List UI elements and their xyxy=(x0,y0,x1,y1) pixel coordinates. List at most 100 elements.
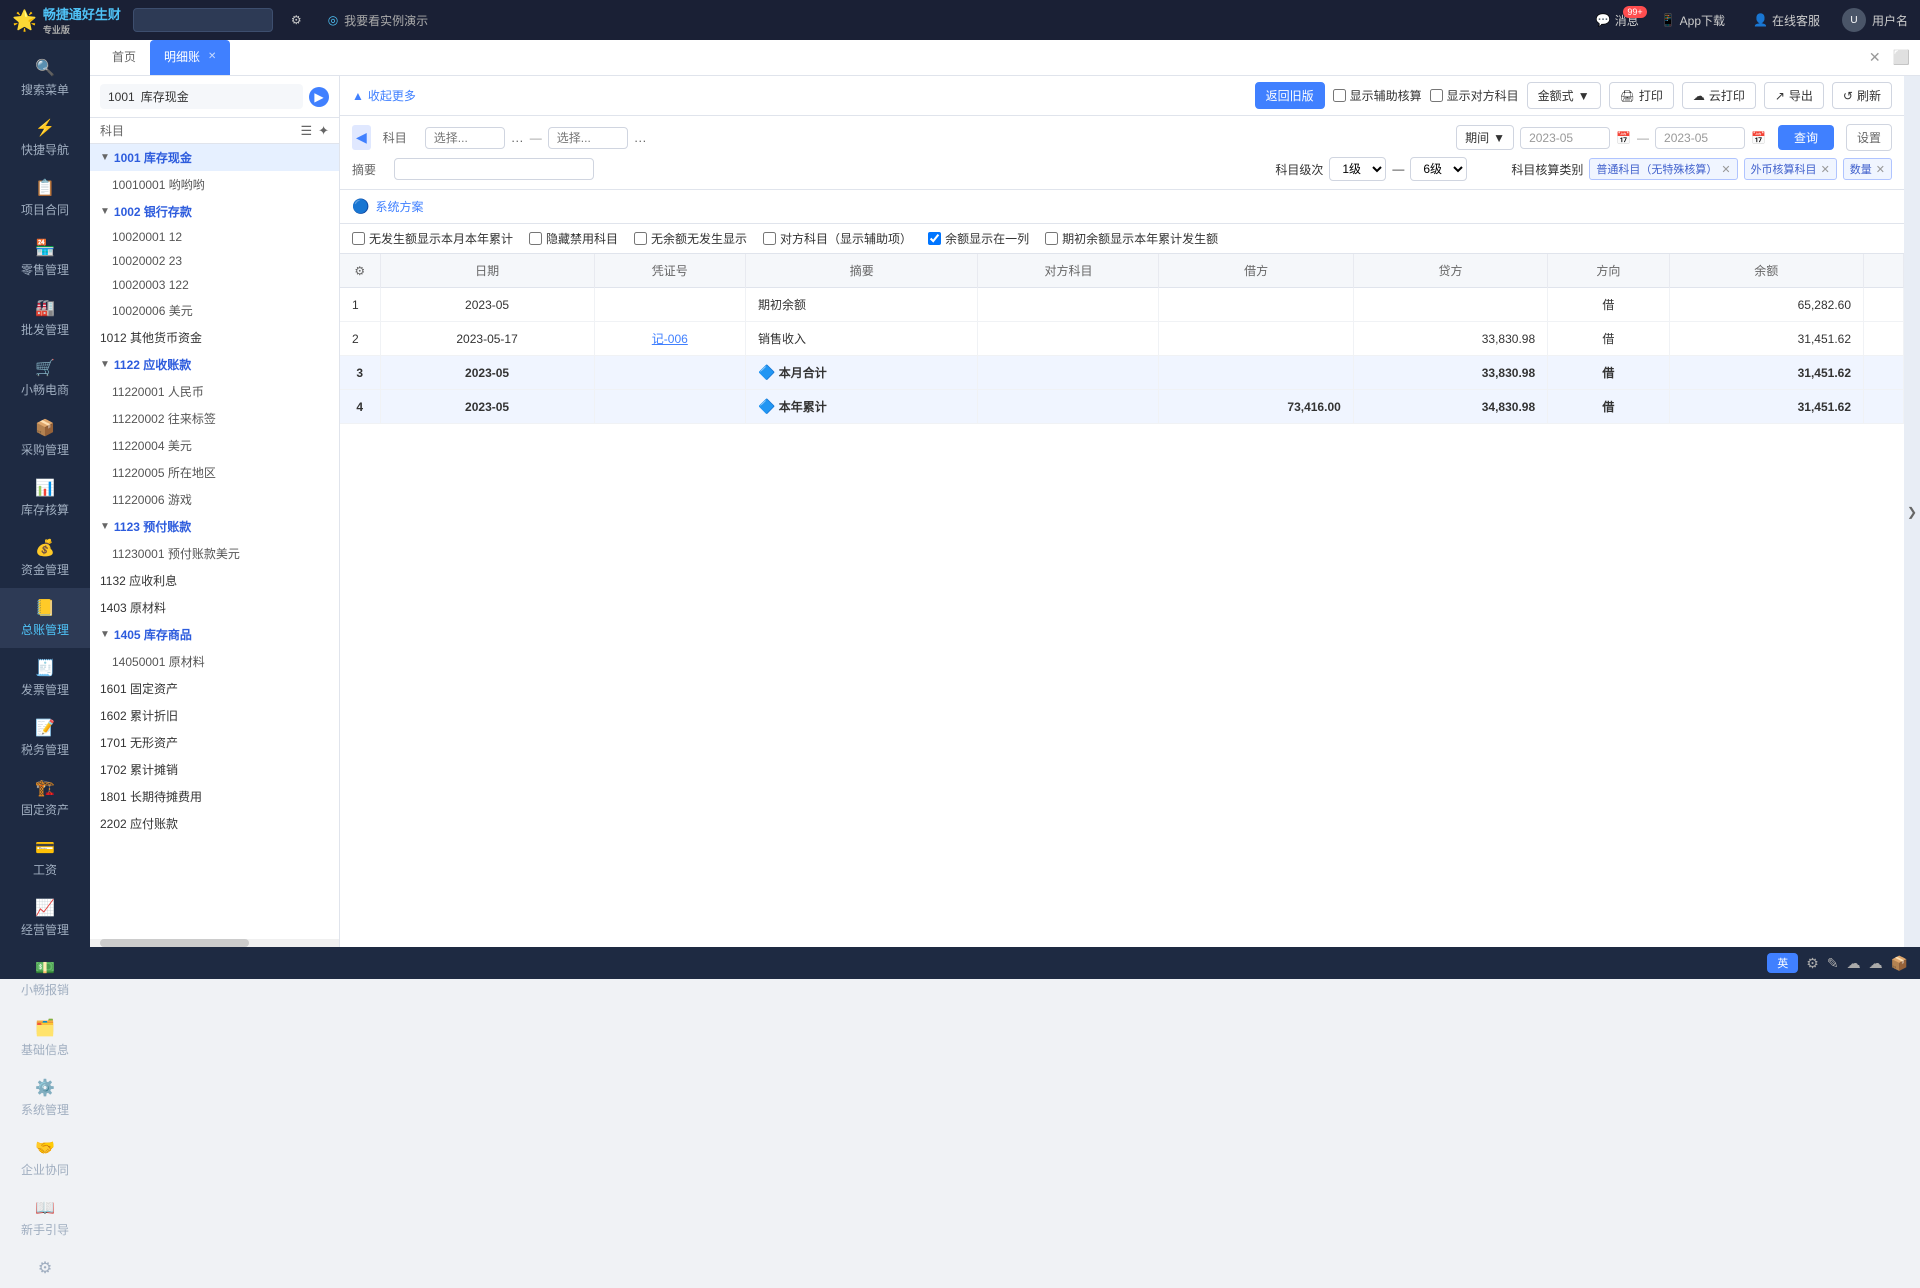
checkbox-balance-col-input[interactable] xyxy=(928,232,941,245)
tree-item-11220006[interactable]: 11220006 游戏 xyxy=(90,486,339,513)
checkbox-no-balance-hide[interactable]: 无余额无发生显示 xyxy=(634,230,747,247)
sidebar-item-sys-mgmt[interactable]: ⚙️ 系统管理 xyxy=(0,1068,90,1128)
settings-gear-btn[interactable]: ⚙ xyxy=(285,9,308,31)
collapse-more-btn[interactable]: ▲ 收起更多 xyxy=(352,87,416,104)
demo-link[interactable]: ◎ 我要看实例演示 xyxy=(328,12,429,29)
subject-input-to[interactable] xyxy=(548,127,628,149)
tree-item-11220005[interactable]: 11220005 所在地区 xyxy=(90,459,339,486)
show-aux-checkbox[interactable] xyxy=(1333,89,1346,102)
online-service-btn[interactable]: 👤 在线客服 xyxy=(1747,8,1826,33)
sidebar-item-quick-nav[interactable]: ⚡ 快捷导航 xyxy=(0,108,90,168)
checkbox-hide-disabled-input[interactable] xyxy=(529,232,542,245)
category-remove-btn[interactable]: ✕ xyxy=(1721,163,1730,176)
sidebar-item-ledger[interactable]: 📒 总账管理 xyxy=(0,588,90,648)
sidebar-settings-btn[interactable]: ⚙ xyxy=(0,1248,90,1288)
user-area[interactable]: U 用户名 xyxy=(1842,8,1908,32)
checkbox-show-counter[interactable]: 对方科目（显示辅助项） xyxy=(763,230,912,247)
tree-scrollbar[interactable] xyxy=(90,939,339,947)
tree-item-10010001[interactable]: 10010001 哟哟哟 xyxy=(90,171,339,198)
tree-item-11220004[interactable]: 11220004 美元 xyxy=(90,432,339,459)
top-search-input[interactable] xyxy=(133,8,273,32)
refresh-btn[interactable]: ↺ 刷新 xyxy=(1832,82,1892,109)
tab-home[interactable]: 首页 xyxy=(98,40,150,75)
sidebar-item-coop[interactable]: 🤝 企业协同 xyxy=(0,1128,90,1188)
calendar-icon-2[interactable]: 📅 xyxy=(1751,131,1766,145)
right-expand-handle[interactable]: ❯ xyxy=(1904,76,1920,947)
tree-item-1801[interactable]: 1801 长期待摊费用 xyxy=(90,783,339,810)
return-old-btn[interactable]: 返回旧版 xyxy=(1255,82,1325,109)
date-from-input[interactable] xyxy=(1520,127,1610,149)
sidebar-item-wholesale[interactable]: 🏭 批发管理 xyxy=(0,288,90,348)
sidebar-item-guide[interactable]: 📖 新手引导 xyxy=(0,1188,90,1248)
checkbox-no-balance-show-input[interactable] xyxy=(352,232,365,245)
sidebar-item-purchase[interactable]: 📦 采购管理 xyxy=(0,408,90,468)
checkbox-no-balance-hide-input[interactable] xyxy=(634,232,647,245)
show-aux-checkbox-label[interactable]: 显示辅助核算 xyxy=(1333,87,1422,104)
checkbox-balance-col[interactable]: 余额显示在一列 xyxy=(928,230,1029,247)
tree-item-1002[interactable]: ▼ 1002 银行存款 xyxy=(90,198,339,225)
account-tree-nav-btn[interactable]: ▶ xyxy=(309,87,329,107)
sidebar-item-xc-sales[interactable]: 💵 小畅报销 xyxy=(0,948,90,1008)
calendar-icon[interactable]: 📅 xyxy=(1616,131,1631,145)
tree-item-1602[interactable]: 1602 累计折旧 xyxy=(90,702,339,729)
category-remove-btn-2[interactable]: ✕ xyxy=(1821,163,1830,176)
tree-item-1001[interactable]: ▼ 1001 库存现金 xyxy=(90,144,339,171)
status-cloud-btn[interactable]: ☁ xyxy=(1847,955,1861,972)
show-counter-checkbox[interactable] xyxy=(1430,89,1443,102)
app-download-btn[interactable]: 📱 App下载 xyxy=(1655,8,1731,33)
show-counter-checkbox-label[interactable]: 显示对方科目 xyxy=(1430,87,1519,104)
subject-input[interactable] xyxy=(425,127,505,149)
amount-style-btn[interactable]: 金额式 ▼ xyxy=(1527,82,1601,109)
tree-item-11230001[interactable]: 11230001 预付账款美元 xyxy=(90,540,339,567)
left-panel-toggle-btn[interactable]: ◀ xyxy=(352,125,371,150)
export-btn[interactable]: ↗ 导出 xyxy=(1764,82,1824,109)
print-btn[interactable]: 🖨 打印 xyxy=(1609,82,1674,109)
tree-collapse-btn[interactable]: ✦ xyxy=(318,123,329,139)
sidebar-item-business[interactable]: 📈 经营管理 xyxy=(0,888,90,948)
table-cell-voucher[interactable]: 记-006 xyxy=(594,322,745,356)
tree-item-11220001[interactable]: 11220001 人民币 xyxy=(90,378,339,405)
sidebar-item-payroll[interactable]: 💳 工资 xyxy=(0,828,90,888)
tree-item-1012[interactable]: 1012 其他货币资金 xyxy=(90,324,339,351)
table-col-settings[interactable]: ⚙ xyxy=(340,254,380,288)
status-lang-btn[interactable]: 英 xyxy=(1767,953,1798,973)
tree-expand-btn[interactable]: ☰ xyxy=(300,123,312,139)
tree-item-2202[interactable]: 2202 应付账款 xyxy=(90,810,339,837)
tree-item-10020001[interactable]: 10020001 12 xyxy=(90,225,339,249)
plan-title[interactable]: 系统方案 xyxy=(375,198,423,215)
sidebar-item-project[interactable]: 📋 项目合同 xyxy=(0,168,90,228)
checkbox-no-balance-show[interactable]: 无发生额显示本月本年累计 xyxy=(352,230,513,247)
tree-item-1123[interactable]: ▼ 1123 预付账款 xyxy=(90,513,339,540)
summary-input[interactable] xyxy=(394,158,594,180)
tree-item-1601[interactable]: 1601 固定资产 xyxy=(90,675,339,702)
category-remove-btn-3[interactable]: ✕ xyxy=(1876,163,1885,176)
sidebar-item-invoice[interactable]: 🧾 发票管理 xyxy=(0,648,90,708)
tree-item-10020006[interactable]: 10020006 美元 xyxy=(90,297,339,324)
message-btn[interactable]: 💬 99+ 消息 xyxy=(1596,12,1639,29)
sidebar-item-retail[interactable]: 🏪 零售管理 xyxy=(0,228,90,288)
tree-item-1403[interactable]: 1403 原材料 xyxy=(90,594,339,621)
status-settings-btn[interactable]: ⚙ xyxy=(1806,955,1819,972)
checkbox-opening-balance-input[interactable] xyxy=(1045,232,1058,245)
status-package-btn[interactable]: 📦 xyxy=(1891,955,1908,972)
tree-item-1405[interactable]: ▼ 1405 库存商品 xyxy=(90,621,339,648)
tree-item-10020003[interactable]: 10020003 122 xyxy=(90,273,339,297)
tab-close-window-btn[interactable]: ✕ xyxy=(1867,47,1883,68)
status-edit-btn[interactable]: ✎ xyxy=(1827,955,1839,972)
sidebar-item-fixed-assets[interactable]: 🏗️ 固定资产 xyxy=(0,768,90,828)
voucher-link[interactable]: 记-006 xyxy=(652,332,688,346)
period-type-select[interactable]: 期间 ▼ xyxy=(1456,125,1514,150)
tree-item-1132[interactable]: 1132 应收利息 xyxy=(90,567,339,594)
sidebar-item-finance[interactable]: 💰 资金管理 xyxy=(0,528,90,588)
tab-detail[interactable]: 明细账 ✕ xyxy=(150,40,230,75)
tab-close-icon[interactable]: ✕ xyxy=(208,51,216,62)
level-from-select[interactable]: 1级2级3级 xyxy=(1329,157,1386,181)
checkbox-hide-disabled[interactable]: 隐藏禁用科目 xyxy=(529,230,618,247)
sidebar-item-ecommerce[interactable]: 🛒 小畅电商 xyxy=(0,348,90,408)
tree-item-1122[interactable]: ▼ 1122 应收账款 xyxy=(90,351,339,378)
tree-item-10020002[interactable]: 10020002 23 xyxy=(90,249,339,273)
status-cloud-btn-2[interactable]: ☁ xyxy=(1869,955,1883,972)
sidebar-item-search[interactable]: 🔍 搜索菜单 xyxy=(0,48,90,108)
tab-maximize-btn[interactable]: ⬜ xyxy=(1891,47,1912,68)
tree-item-14050001[interactable]: 14050001 原材料 xyxy=(90,648,339,675)
